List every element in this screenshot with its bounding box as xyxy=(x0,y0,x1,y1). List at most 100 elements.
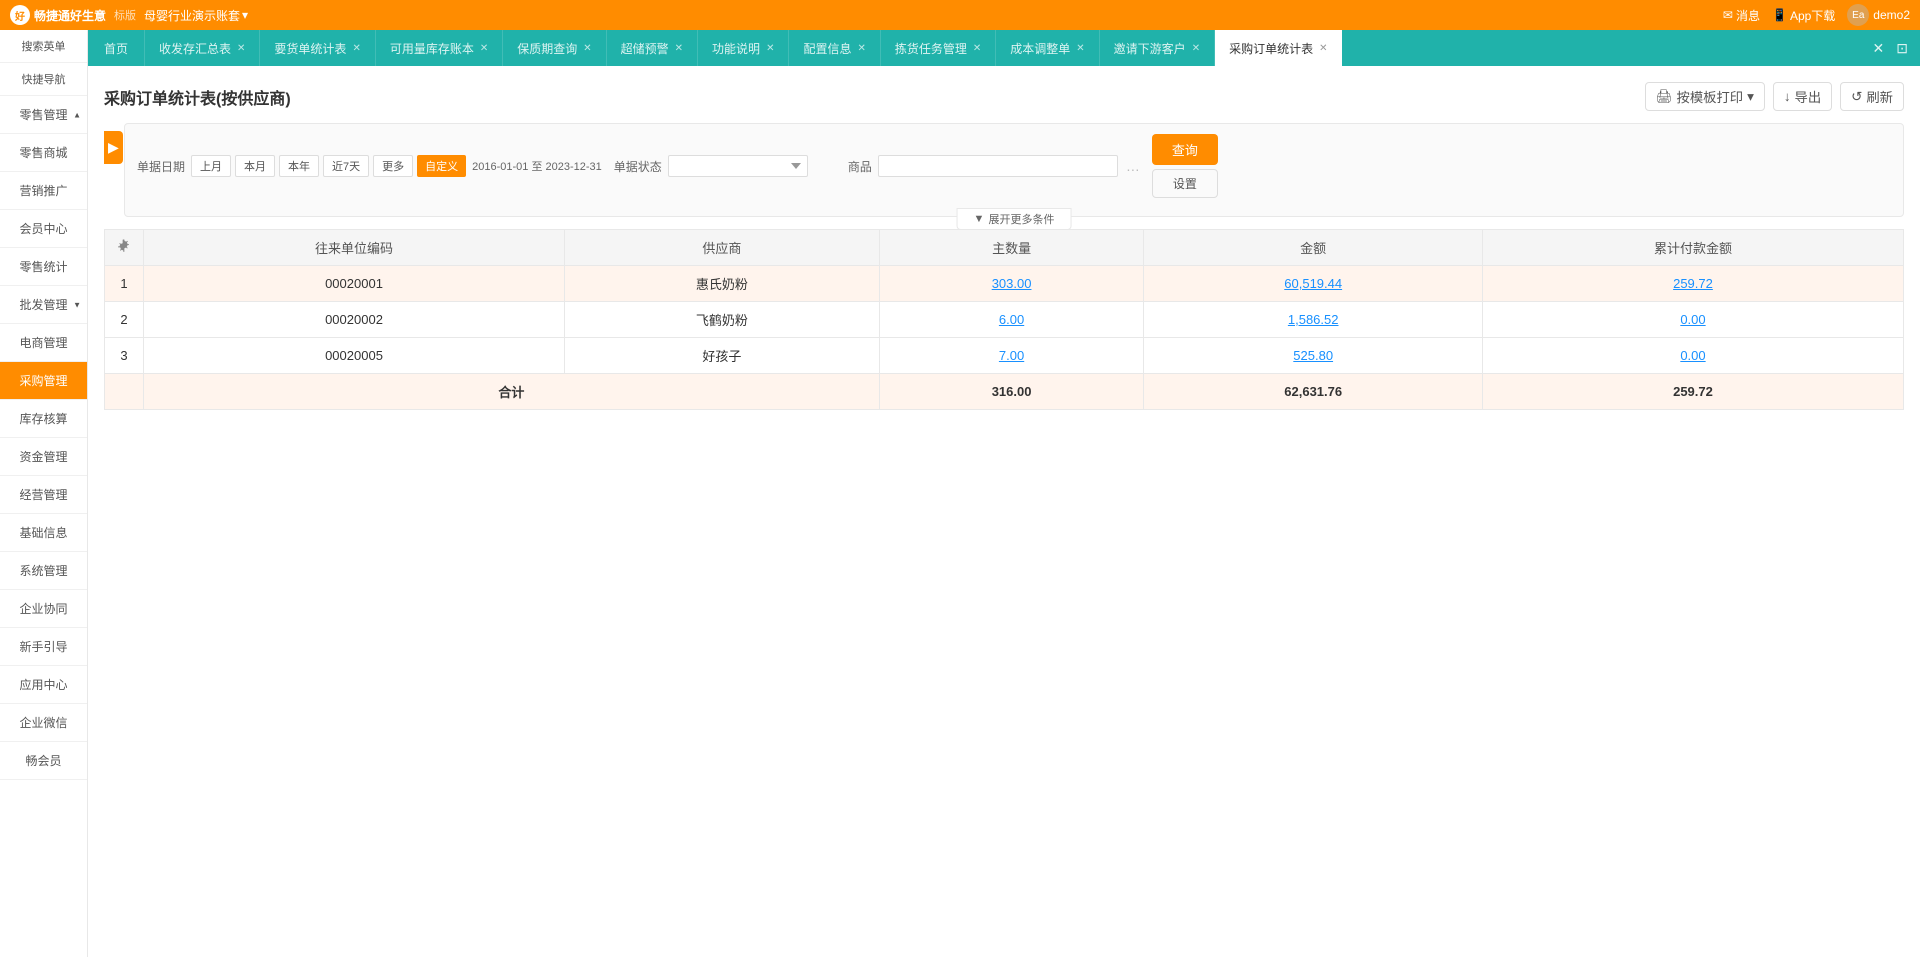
row1-qty[interactable]: 303.00 xyxy=(879,266,1144,302)
tab-cost-adjust[interactable]: 成本调整单 ✕ xyxy=(996,30,1099,66)
tab-overstock-warning[interactable]: 超储预警 ✕ xyxy=(607,30,698,66)
sidebar-item-marketing[interactable]: 营销推广 xyxy=(0,172,87,210)
footer-row: 合计 316.00 62,631.76 259.72 xyxy=(105,374,1904,410)
row3-qty[interactable]: 7.00 xyxy=(879,338,1144,374)
row3-amount[interactable]: 525.80 xyxy=(1144,338,1483,374)
tab-receive-summary[interactable]: 收发存汇总表 ✕ xyxy=(145,30,260,66)
avatar-icon: Ea xyxy=(1847,4,1869,26)
row3-paid[interactable]: 0.00 xyxy=(1482,338,1903,374)
sidebar-item-quicknav[interactable]: 快捷导航 xyxy=(0,63,87,96)
row3-no: 3 xyxy=(105,338,144,374)
tab-config-info[interactable]: 配置信息 ✕ xyxy=(789,30,880,66)
goods-label: 商品 xyxy=(848,158,872,175)
sidebar-item-finance[interactable]: 资金管理 xyxy=(0,438,87,476)
export-button[interactable]: ↓ 导出 xyxy=(1773,82,1832,111)
tab-close-purchase-summary[interactable]: ✕ xyxy=(1319,43,1327,54)
tab-purchase-summary[interactable]: 采购订单统计表 ✕ xyxy=(1215,30,1342,66)
tab-maximize[interactable]: ⊡ xyxy=(1892,38,1912,59)
sidebar-item-retail-mgmt[interactable]: 零售管理 xyxy=(0,96,87,134)
row2-paid[interactable]: 0.00 xyxy=(1482,302,1903,338)
footer-empty xyxy=(105,374,144,410)
page-title: 采购订单统计表(按供应商) xyxy=(104,85,291,109)
query-button[interactable]: 查询 xyxy=(1152,134,1218,165)
table-row: 1 00020001 惠氏奶粉 303.00 60,519.44 259.72 xyxy=(105,266,1904,302)
date-this-year[interactable]: 本年 xyxy=(279,155,319,177)
topbar: 好 畅捷通好生意 标版 母婴行业演示账套 ▾ ✉ 消息 📱 App下载 Ea d… xyxy=(0,0,1920,30)
tab-bar-actions: ✕ ⊡ xyxy=(1861,38,1920,59)
tab-close-overstock-warning[interactable]: ✕ xyxy=(675,43,683,54)
sidebar-item-enterprise[interactable]: 企业协同 xyxy=(0,590,87,628)
goods-input[interactable] xyxy=(878,155,1118,177)
date-custom-btn[interactable]: 自定义 xyxy=(417,155,466,177)
tab-close-pick-task[interactable]: ✕ xyxy=(973,43,981,54)
sidebar-item-search[interactable]: 搜索英单 xyxy=(0,30,87,63)
expand-more-icon: ▼ xyxy=(974,213,985,225)
sidebar-item-member[interactable]: 会员中心 xyxy=(0,210,87,248)
user-avatar[interactable]: Ea demo2 xyxy=(1847,4,1910,26)
sidebar-item-newbie[interactable]: 新手引导 xyxy=(0,628,87,666)
sidebar-item-operations[interactable]: 经营管理 xyxy=(0,476,87,514)
row3-supplier: 好孩子 xyxy=(565,338,880,374)
tab-close-goods-summary[interactable]: ✕ xyxy=(352,43,360,54)
th-amount: 金额 xyxy=(1144,230,1483,266)
print-dropdown-icon: ▾ xyxy=(1747,89,1754,105)
sidebar-item-retail-shop[interactable]: 零售商城 xyxy=(0,134,87,172)
goods-input-more[interactable]: … xyxy=(1126,158,1140,174)
date-more[interactable]: 更多 xyxy=(373,155,413,177)
tab-close-function-desc[interactable]: ✕ xyxy=(766,43,774,54)
row1-amount[interactable]: 60,519.44 xyxy=(1144,266,1483,302)
expand-more-btn[interactable]: ▼ 展开更多条件 xyxy=(957,208,1072,230)
tab-close-cost-adjust[interactable]: ✕ xyxy=(1076,43,1084,54)
sidebar-item-vip[interactable]: 畅会员 xyxy=(0,742,87,780)
message-btn[interactable]: ✉ 消息 xyxy=(1723,7,1760,24)
tab-available-stock[interactable]: 可用量库存账本 ✕ xyxy=(376,30,503,66)
tab-close-invite-downstream[interactable]: ✕ xyxy=(1192,43,1200,54)
status-select[interactable] xyxy=(668,155,808,177)
footer-label: 合计 xyxy=(144,374,880,410)
print-button[interactable]: 🖨 按模板打印 ▾ xyxy=(1645,82,1765,111)
sidebar-item-basic-info[interactable]: 基础信息 xyxy=(0,514,87,552)
refresh-button[interactable]: ↺ 刷新 xyxy=(1840,82,1904,111)
print-icon: 🖨 xyxy=(1656,89,1673,105)
table-row: 2 00020002 飞鹤奶粉 6.00 1,586.52 0.00 xyxy=(105,302,1904,338)
tab-close-config-info[interactable]: ✕ xyxy=(857,43,865,54)
filter-expand-btn[interactable]: ▶ xyxy=(104,131,123,164)
sidebar-item-system[interactable]: 系统管理 xyxy=(0,552,87,590)
goods-filter-group: 商品 … xyxy=(848,155,1140,177)
date-7days[interactable]: 近7天 xyxy=(323,155,369,177)
tab-invite-downstream[interactable]: 邀请下游客户 ✕ xyxy=(1100,30,1215,66)
date-last-month[interactable]: 上月 xyxy=(191,155,231,177)
row1-no: 1 xyxy=(105,266,144,302)
tab-pick-task[interactable]: 拣货任务管理 ✕ xyxy=(881,30,996,66)
filter-row: 单据日期 上月 本月 本年 近7天 更多 自定义 2016-01-01 至 20… xyxy=(137,134,1891,198)
row1-paid[interactable]: 259.72 xyxy=(1482,266,1903,302)
tab-close-available-stock[interactable]: ✕ xyxy=(480,43,488,54)
row2-qty[interactable]: 6.00 xyxy=(879,302,1144,338)
sidebar-item-inventory[interactable]: 库存核算 xyxy=(0,400,87,438)
settings-button[interactable]: 设置 xyxy=(1152,169,1218,198)
gear-icon xyxy=(117,239,131,253)
tab-close-receive-summary[interactable]: ✕ xyxy=(237,43,245,54)
sidebar-item-wechat[interactable]: 企业微信 xyxy=(0,704,87,742)
sidebar-item-app-center[interactable]: 应用中心 xyxy=(0,666,87,704)
row2-supplier: 飞鹤奶粉 xyxy=(565,302,880,338)
account-dropdown[interactable]: 母婴行业演示账套 ▾ xyxy=(144,7,248,24)
date-this-month[interactable]: 本月 xyxy=(235,155,275,177)
footer-qty: 316.00 xyxy=(879,374,1144,410)
th-settings[interactable] xyxy=(105,230,144,266)
logo-icon: 好 xyxy=(10,5,30,25)
tab-function-desc[interactable]: 功能说明 ✕ xyxy=(698,30,789,66)
row2-amount[interactable]: 1,586.52 xyxy=(1144,302,1483,338)
app-download-btn[interactable]: 📱 App下载 xyxy=(1772,7,1835,24)
tab-expiry-query[interactable]: 保质期查询 ✕ xyxy=(503,30,606,66)
tab-close-expiry-query[interactable]: ✕ xyxy=(583,43,591,54)
sidebar-item-retail-stats[interactable]: 零售统计 xyxy=(0,248,87,286)
sidebar-item-ecommerce[interactable]: 电商管理 xyxy=(0,324,87,362)
sidebar-item-wholesale[interactable]: 批发管理 xyxy=(0,286,87,324)
row1-code: 00020001 xyxy=(144,266,565,302)
sidebar-item-purchase[interactable]: 采购管理 xyxy=(0,362,87,400)
table-row: 3 00020005 好孩子 7.00 525.80 0.00 xyxy=(105,338,1904,374)
tab-home[interactable]: 首页 xyxy=(88,30,145,66)
tab-goods-summary[interactable]: 要货单统计表 ✕ xyxy=(260,30,375,66)
tab-close-all[interactable]: ✕ xyxy=(1869,38,1889,59)
